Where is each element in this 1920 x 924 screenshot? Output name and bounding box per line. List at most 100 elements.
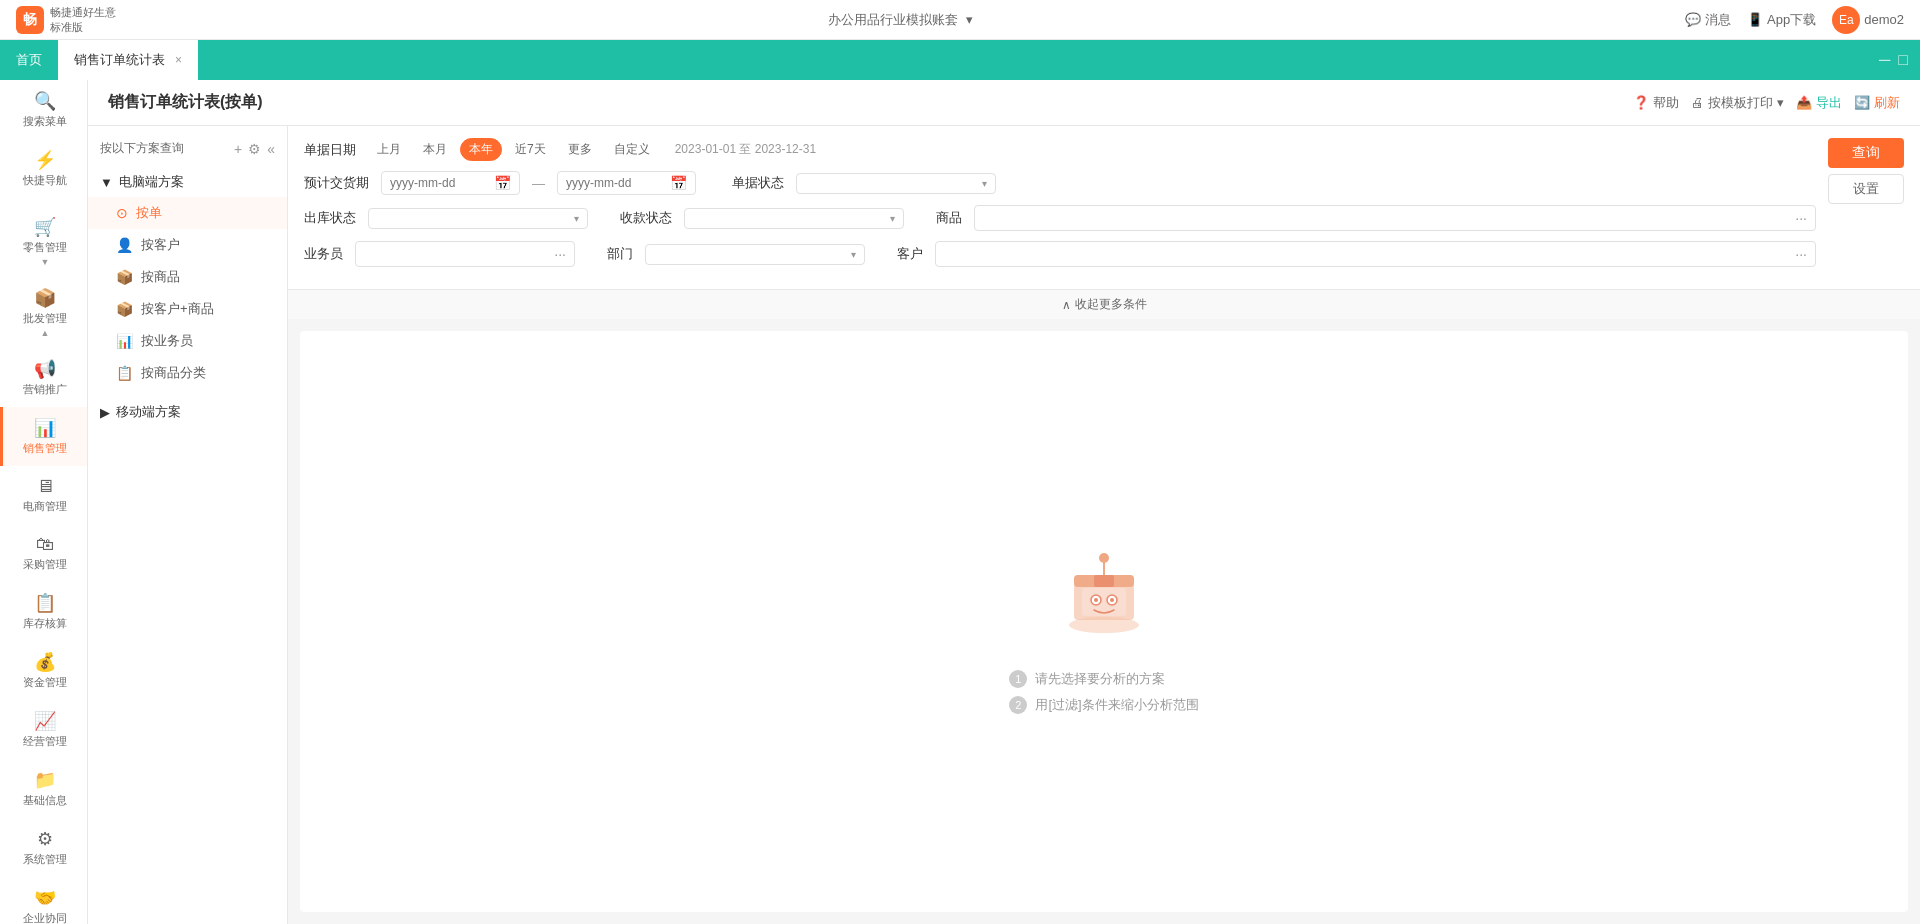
sidebar-item-inventory[interactable]: 📋 库存核算 [0, 582, 87, 641]
collapse-bar[interactable]: ∧ 收起更多条件 [288, 289, 1920, 319]
status-select-arrow-icon: ▾ [982, 178, 987, 189]
payment-select[interactable]: ▾ [684, 208, 904, 229]
tab-home[interactable]: 首页 [0, 40, 58, 80]
expected-date-start-field[interactable] [390, 176, 490, 190]
app-title-dropdown[interactable]: ▾ [966, 12, 973, 27]
sidebar-item-basics[interactable]: 📁 基础信息 [0, 759, 87, 818]
app-download-label: App下载 [1767, 11, 1816, 29]
payment-label: 收款状态 [620, 209, 672, 227]
logo-version: 标准版 [50, 20, 116, 34]
main-layout: 🔍 搜索菜单 ⚡ 快捷导航 🛒 零售管理 ▼ 📦 批发管理 ▲ 📢 营销推广 📊… [0, 80, 1920, 924]
scheme-item-byorder[interactable]: ⊙ 按单 [88, 197, 287, 229]
filter-row-2: 预计交货期 📅 — 📅 单据状态 [304, 171, 1816, 195]
ecommerce-icon: 🖥 [36, 476, 54, 497]
query-button[interactable]: 查询 [1828, 138, 1904, 168]
scheme-group-mobile-header[interactable]: ▶ 移动端方案 [88, 397, 287, 427]
status-select[interactable]: ▾ [796, 173, 996, 194]
app-download-icon: 📱 [1747, 12, 1763, 27]
bycustomer-label: 按客户 [141, 236, 180, 254]
scheme-item-bycategory[interactable]: 📋 按商品分类 [88, 357, 287, 389]
scheme-group-pc-header[interactable]: ▼ 电脑端方案 [88, 167, 287, 197]
inventory-icon: 📋 [34, 592, 56, 614]
user-profile[interactable]: Ea demo2 [1832, 6, 1904, 34]
last7-btn[interactable]: 近7天 [506, 138, 555, 161]
sidebar-item-retail[interactable]: 🛒 零售管理 ▼ [0, 206, 87, 277]
sidebar-item-enterprise[interactable]: 🤝 企业协同 [0, 877, 87, 924]
last-month-btn[interactable]: 上月 [368, 138, 410, 161]
sidebar-item-system[interactable]: ⚙ 系统管理 [0, 818, 87, 877]
svg-point-7 [1094, 598, 1098, 602]
scheme-item-bygoods[interactable]: 📦 按商品 [88, 261, 287, 293]
search-icon: 🔍 [34, 90, 56, 112]
main-body: 按以下方案查询 + ⚙ « ▼ 电脑端方案 ⊙ 按单 [88, 126, 1920, 924]
tab-maximize-icon[interactable]: □ [1898, 51, 1908, 69]
content-area: 销售订单统计表(按单) ❓ 帮助 🖨 按模板打印 ▾ 📤 导出 🔄 刷新 [88, 80, 1920, 924]
customer-field[interactable] [944, 247, 1795, 262]
filter-row-4: 业务员 ··· 部门 ▾ 客户 [304, 241, 1816, 267]
this-year-btn[interactable]: 本年 [460, 138, 502, 161]
bycategory-label: 按商品分类 [141, 364, 206, 382]
sidebar-item-wholesale[interactable]: 📦 批发管理 ▲ [0, 277, 87, 348]
sidebar-item-operations[interactable]: 📈 经营管理 [0, 700, 87, 759]
outbound-select[interactable]: ▾ [368, 208, 588, 229]
goods-input[interactable]: ··· [974, 205, 1816, 231]
print-arrow-icon: ▾ [1777, 95, 1784, 110]
settings-button[interactable]: 设置 [1828, 174, 1904, 204]
pc-group-label: 电脑端方案 [119, 173, 184, 191]
this-month-btn[interactable]: 本月 [414, 138, 456, 161]
sidebar-item-marketing[interactable]: 📢 营销推广 [0, 348, 87, 407]
page-header-actions: ❓ 帮助 🖨 按模板打印 ▾ 📤 导出 🔄 刷新 [1633, 94, 1900, 112]
goods-field[interactable] [983, 211, 1795, 226]
custom-date-btn[interactable]: 自定义 [605, 138, 659, 161]
scheme-panel: 按以下方案查询 + ⚙ « ▼ 电脑端方案 ⊙ 按单 [88, 126, 288, 924]
purchase-icon: 🛍 [36, 534, 54, 555]
bysalesperson-label: 按业务员 [141, 332, 193, 350]
home-tab-label: 首页 [16, 51, 42, 69]
quicknav-icon: ⚡ [34, 149, 56, 171]
goods-more-icon[interactable]: ··· [1795, 210, 1807, 226]
expected-date-end-field[interactable] [566, 176, 666, 190]
avatar: Ea [1832, 6, 1860, 34]
customer-input[interactable]: ··· [935, 241, 1816, 267]
export-button[interactable]: 📤 导出 [1796, 94, 1842, 112]
date-filter-label: 单据日期 [304, 141, 356, 159]
tab-minimize-icon[interactable]: ─ [1879, 51, 1890, 69]
sidebar-item-purchase[interactable]: 🛍 采购管理 [0, 524, 87, 582]
scheme-item-bycustomer[interactable]: 👤 按客户 [88, 229, 287, 261]
sales-icon: 📊 [34, 417, 56, 439]
scheme-item-bycustomergoods[interactable]: 📦 按客户+商品 [88, 293, 287, 325]
salesperson-input[interactable]: ··· [355, 241, 575, 267]
message-button[interactable]: 💬 消息 [1685, 11, 1731, 29]
payment-arrow-icon: ▾ [890, 213, 895, 224]
refresh-button[interactable]: 🔄 刷新 [1854, 94, 1900, 112]
print-label: 按模板打印 [1708, 94, 1773, 112]
sidebar-item-quicknav[interactable]: ⚡ 快捷导航 [0, 139, 87, 198]
expected-date-end-input[interactable]: 📅 [557, 171, 696, 195]
app-title: 办公用品行业模拟账套 [828, 11, 958, 29]
sidebar-item-sales[interactable]: 📊 销售管理 [0, 407, 87, 466]
tip-text-1: 请先选择要分析的方案 [1035, 670, 1165, 688]
sidebar-item-ecommerce[interactable]: 🖥 电商管理 [0, 466, 87, 524]
top-bar-left: 畅 畅捷通好生意 标准版 [16, 5, 116, 34]
mobile-group-arrow-icon: ▶ [100, 405, 110, 420]
tab-close-icon[interactable]: × [175, 53, 182, 67]
print-button[interactable]: 🖨 按模板打印 ▾ [1691, 94, 1784, 112]
bygoods-icon: 📦 [116, 269, 133, 285]
tab-sales-order[interactable]: 销售订单统计表 × [58, 40, 198, 80]
customer-more-icon[interactable]: ··· [1795, 246, 1807, 262]
dept-select[interactable]: ▾ [645, 244, 865, 265]
more-date-btn[interactable]: 更多 [559, 138, 601, 161]
expected-date-start-input[interactable]: 📅 [381, 171, 520, 195]
sidebar-item-search[interactable]: 🔍 搜索菜单 [0, 80, 87, 139]
salesperson-more-icon[interactable]: ··· [554, 246, 566, 262]
help-button[interactable]: ❓ 帮助 [1633, 94, 1679, 112]
scheme-settings-icon[interactable]: ⚙ [248, 141, 261, 157]
salesperson-field[interactable] [364, 247, 554, 262]
app-download-button[interactable]: 📱 App下载 [1747, 11, 1816, 29]
scheme-item-bysalesperson[interactable]: 📊 按业务员 [88, 325, 287, 357]
logo-text: 畅捷通好生意 标准版 [50, 5, 116, 34]
sidebar-item-finance[interactable]: 💰 资金管理 [0, 641, 87, 700]
collapse-label: 收起更多条件 [1075, 296, 1147, 313]
scheme-add-icon[interactable]: + [234, 141, 242, 157]
scheme-collapse-icon[interactable]: « [267, 141, 275, 157]
